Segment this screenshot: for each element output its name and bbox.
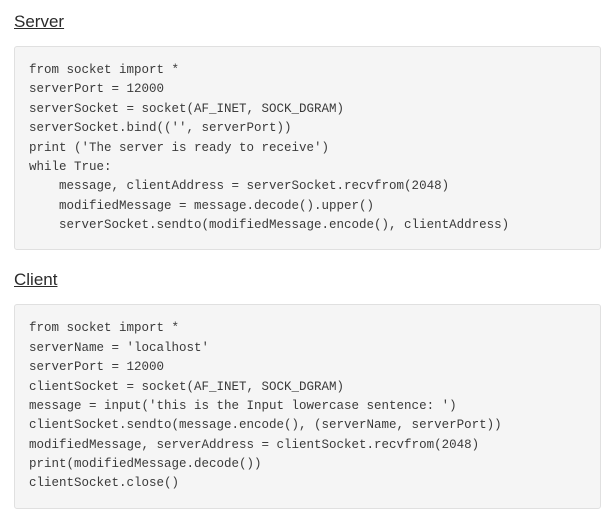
server-code-block: from socket import * serverPort = 12000 … — [14, 46, 601, 250]
client-heading: Client — [14, 270, 601, 290]
server-heading: Server — [14, 12, 601, 32]
client-code-block: from socket import * serverName = 'local… — [14, 304, 601, 508]
